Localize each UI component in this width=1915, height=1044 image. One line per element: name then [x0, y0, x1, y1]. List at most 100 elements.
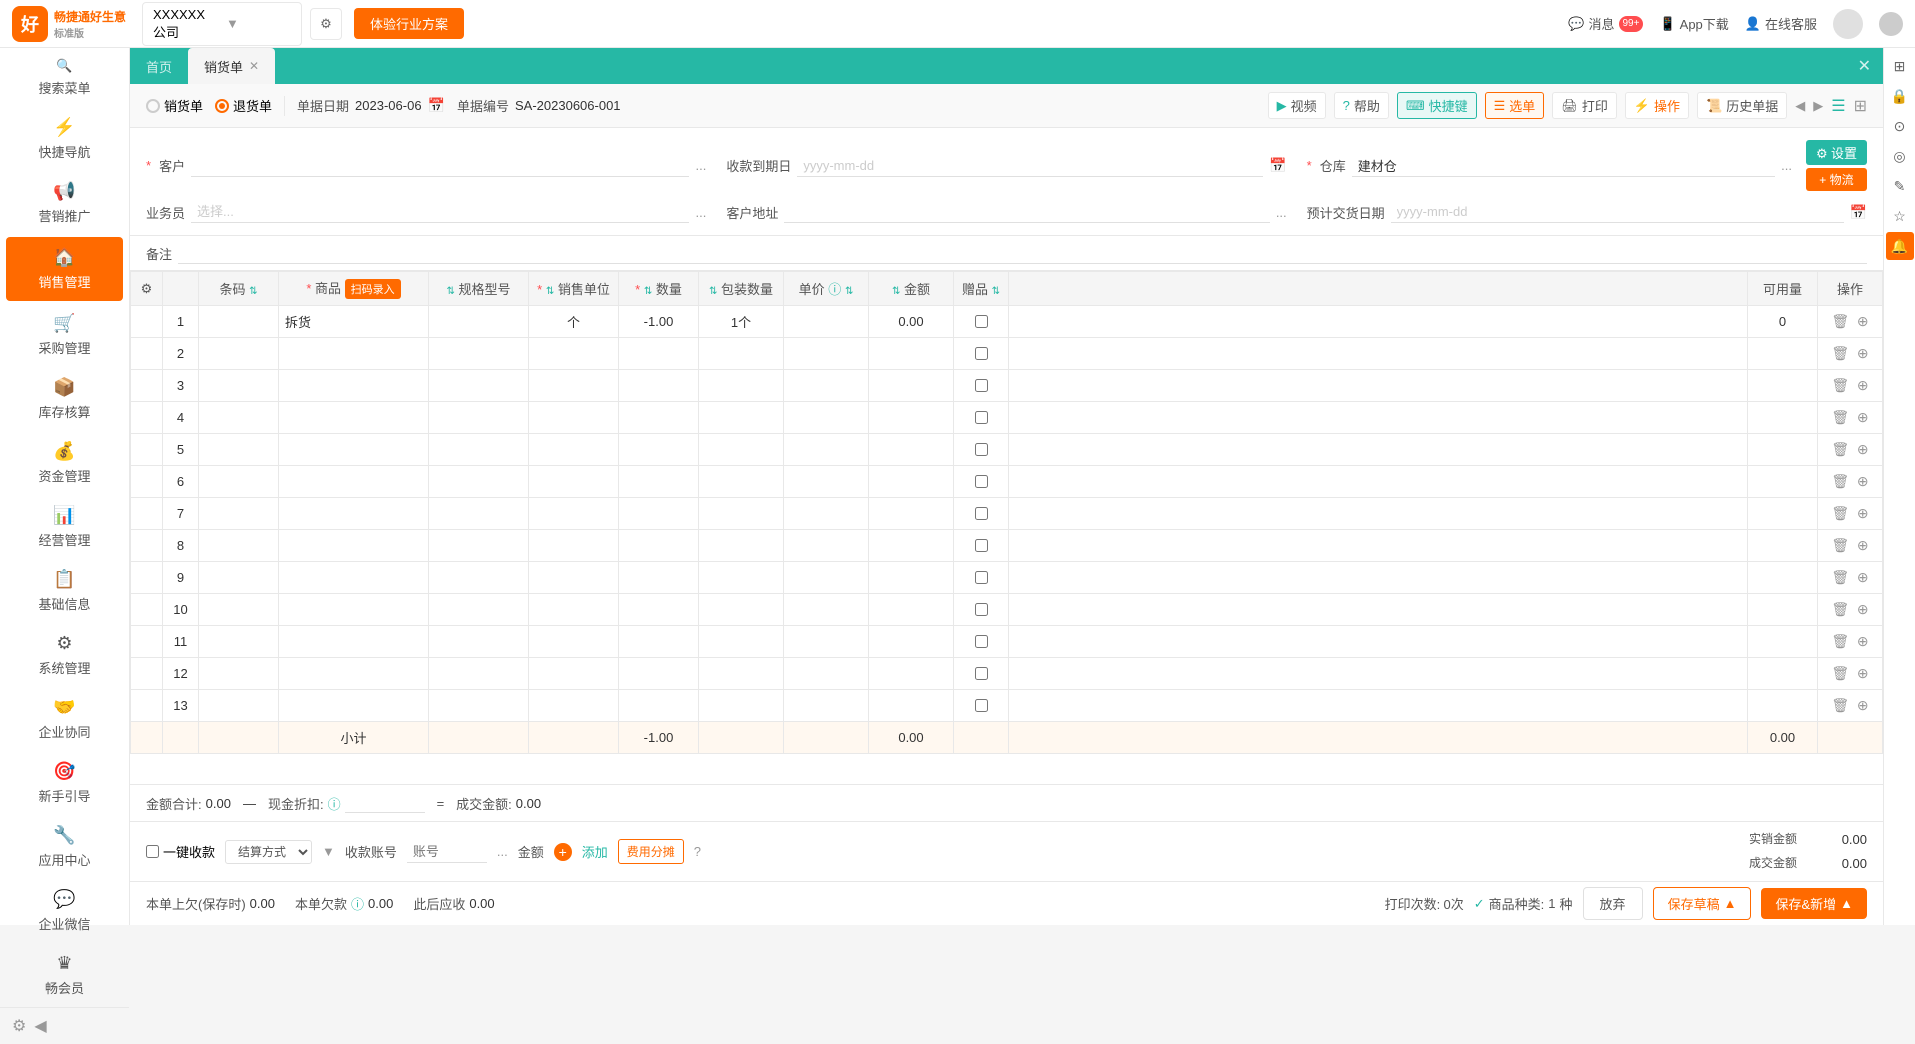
rfp-btn-3[interactable]: ⊙ — [1886, 112, 1914, 140]
row-copy-btn-1[interactable]: ⊕ — [1857, 345, 1869, 361]
nav-prev-btn[interactable]: ◀ — [1795, 98, 1805, 114]
row-gift-2[interactable] — [954, 370, 1009, 402]
row-spec-1[interactable] — [429, 338, 529, 370]
cash-discount-input[interactable] — [345, 793, 425, 813]
online-service-button[interactable]: 👤 在线客服 — [1745, 14, 1817, 33]
row-copy-btn-0[interactable]: ⊕ — [1857, 313, 1869, 329]
company-selector[interactable]: XXXXXX公司 ▼ — [142, 2, 302, 46]
row-barcode-3[interactable] — [199, 402, 279, 434]
sidebar-item-finance[interactable]: 💰 资金管理 — [0, 431, 129, 495]
row-gift-6[interactable] — [954, 498, 1009, 530]
view-list-btn[interactable]: ☰ — [1831, 96, 1845, 116]
settings-right-btn[interactable]: ⚙ 设置 — [1806, 140, 1867, 165]
save-draft-button[interactable]: 保存草稿 ▲ — [1653, 887, 1752, 920]
customer-addr-input[interactable] — [784, 201, 1269, 223]
total-owe-info-icon[interactable]: ⓘ — [351, 894, 364, 913]
trial-button[interactable]: 体验行业方案 — [354, 8, 464, 39]
rfp-btn-7[interactable]: 🔔 — [1886, 232, 1914, 260]
th-spec-sort[interactable]: ⇅ — [446, 286, 454, 297]
row-spec-9[interactable] — [429, 594, 529, 626]
th-barcode-sort[interactable]: ⇅ — [249, 286, 257, 297]
row-delete-btn-4[interactable]: 🗑 — [1831, 441, 1849, 457]
user-avatar[interactable] — [1833, 9, 1863, 39]
row-gift-8[interactable] — [954, 562, 1009, 594]
sidebar-item-guide[interactable]: 🎯 新手引导 — [0, 751, 129, 815]
row-delete-btn-7[interactable]: 🗑 — [1831, 537, 1849, 553]
print-btn[interactable]: 🖨 打印 — [1552, 92, 1617, 119]
row-barcode-2[interactable] — [199, 370, 279, 402]
nav-next-btn[interactable]: ▶ — [1813, 98, 1823, 114]
discard-button[interactable]: 放弃 — [1583, 887, 1643, 920]
row-spec-0[interactable] — [429, 306, 529, 338]
row-spec-12[interactable] — [429, 690, 529, 722]
row-barcode-5[interactable] — [199, 466, 279, 498]
row-spec-6[interactable] — [429, 498, 529, 530]
sidebar-item-inventory[interactable]: 📦 库存核算 — [0, 367, 129, 431]
row-gift-11[interactable] — [954, 658, 1009, 690]
row-gift-12[interactable] — [954, 690, 1009, 722]
row-copy-btn-5[interactable]: ⊕ — [1857, 473, 1869, 489]
row-copy-btn-4[interactable]: ⊕ — [1857, 441, 1869, 457]
row-spec-8[interactable] — [429, 562, 529, 594]
cash-discount-info-icon[interactable]: ⓘ — [328, 794, 341, 813]
row-delete-btn-6[interactable]: 🗑 — [1831, 505, 1849, 521]
row-barcode-12[interactable] — [199, 690, 279, 722]
customer-input[interactable] — [191, 155, 689, 177]
sidebar-item-basics[interactable]: 📋 基础信息 — [0, 559, 129, 623]
row-spec-5[interactable] — [429, 466, 529, 498]
row-copy-btn-11[interactable]: ⊕ — [1857, 665, 1869, 681]
row-delete-btn-5[interactable]: 🗑 — [1831, 473, 1849, 489]
row-gift-10[interactable] — [954, 626, 1009, 658]
sidebar-item-marketing[interactable]: 📢 营销推广 — [0, 171, 129, 235]
radio-sales-order[interactable]: 销货单 — [146, 96, 203, 115]
row-gift-7[interactable] — [954, 530, 1009, 562]
row-barcode-8[interactable] — [199, 562, 279, 594]
history-btn[interactable]: 📜 历史单据 — [1697, 92, 1787, 119]
row-barcode-11[interactable] — [199, 658, 279, 690]
row-barcode-0[interactable] — [199, 306, 279, 338]
row-spec-11[interactable] — [429, 658, 529, 690]
payment-account-input[interactable] — [407, 841, 487, 863]
salesperson-input[interactable] — [191, 201, 689, 223]
user-avatar-2[interactable] — [1879, 12, 1903, 36]
row-gift-3[interactable] — [954, 402, 1009, 434]
rfp-btn-4[interactable]: ◎ — [1886, 142, 1914, 170]
expected-date-input[interactable] — [1391, 201, 1844, 223]
sidebar-item-appstore[interactable]: 🔧 应用中心 — [0, 815, 129, 879]
one-click-pay-checkbox[interactable]: 一键收款 — [146, 842, 215, 861]
row-barcode-6[interactable] — [199, 498, 279, 530]
expense-help-icon[interactable]: ? — [694, 844, 701, 859]
expense-split-button[interactable]: 费用分摊 — [618, 839, 684, 864]
rfp-btn-6[interactable]: ☆ — [1886, 202, 1914, 230]
row-delete-btn-2[interactable]: 🗑 — [1831, 377, 1849, 393]
th-amount-sort[interactable]: ⇅ — [892, 286, 900, 297]
sidebar-settings-icon[interactable]: ⚙ — [12, 1016, 26, 1036]
sidebar-item-sales[interactable]: 🏠 销售管理 — [6, 237, 123, 301]
row-delete-btn-10[interactable]: 🗑 — [1831, 633, 1849, 649]
rfp-btn-2[interactable]: 🔒 — [1886, 82, 1914, 110]
date-calendar-icon[interactable]: 📅 — [428, 97, 445, 114]
sidebar-item-purchase[interactable]: 🛒 采购管理 — [0, 303, 129, 367]
receive-date-calendar-icon[interactable]: 📅 — [1269, 157, 1286, 174]
row-barcode-4[interactable] — [199, 434, 279, 466]
shortcuts-btn[interactable]: ⌨ 快捷键 — [1397, 92, 1477, 119]
logistics-btn[interactable]: + 物流 — [1806, 168, 1867, 191]
row-gift-9[interactable] — [954, 594, 1009, 626]
message-button[interactable]: 💬 消息 99+ — [1568, 14, 1643, 33]
sidebar-item-wechat[interactable]: 💬 企业微信 — [0, 879, 129, 943]
row-delete-btn-11[interactable]: 🗑 — [1831, 665, 1849, 681]
row-delete-btn-3[interactable]: 🗑 — [1831, 409, 1849, 425]
row-gift-1[interactable] — [954, 338, 1009, 370]
th-unit-sort[interactable]: ⇅ — [546, 286, 554, 297]
expected-date-calendar-icon[interactable]: 📅 — [1850, 204, 1867, 221]
sidebar-item-member[interactable]: ♛ 畅会员 — [0, 943, 129, 1007]
row-copy-btn-7[interactable]: ⊕ — [1857, 537, 1869, 553]
row-copy-btn-9[interactable]: ⊕ — [1857, 601, 1869, 617]
tab-close-icon[interactable]: ✕ — [249, 59, 259, 73]
row-spec-2[interactable] — [429, 370, 529, 402]
sidebar-collapse-icon[interactable]: ◀ — [34, 1016, 46, 1036]
sidebar-item-operations[interactable]: 📊 经营管理 — [0, 495, 129, 559]
row-barcode-10[interactable] — [199, 626, 279, 658]
row-copy-btn-2[interactable]: ⊕ — [1857, 377, 1869, 393]
radio-return-order[interactable]: 退货单 — [215, 96, 272, 115]
